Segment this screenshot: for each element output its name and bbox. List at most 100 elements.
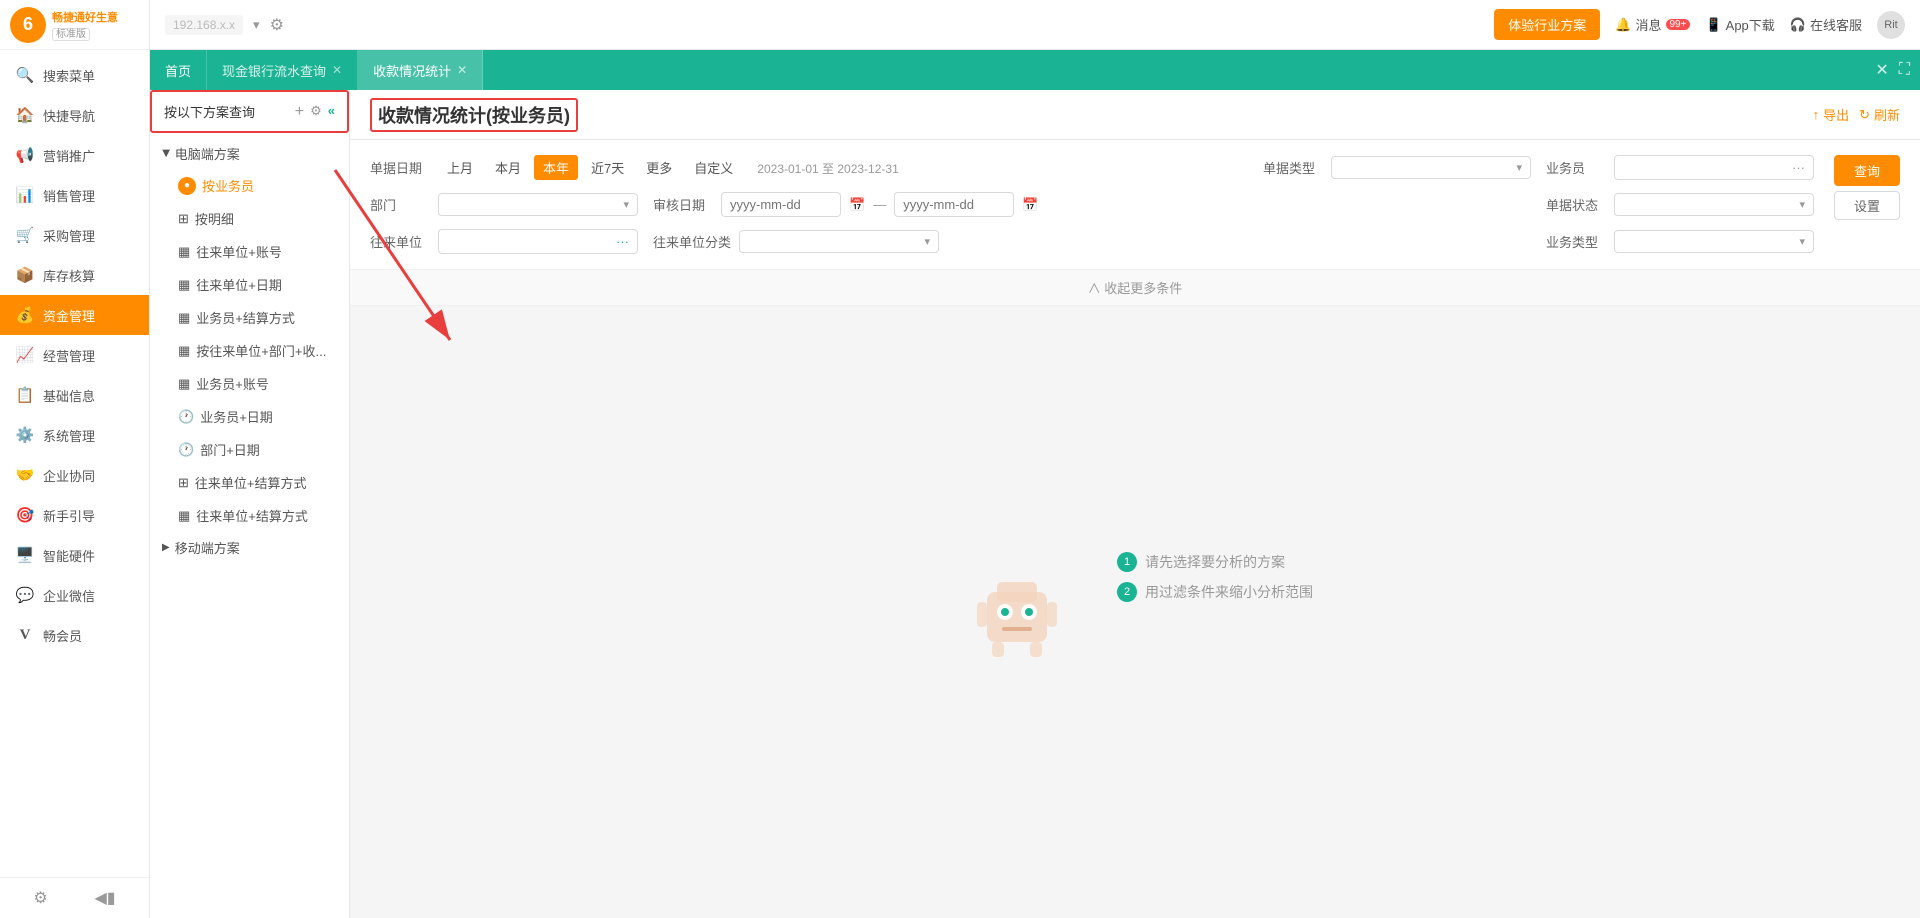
table-icon-1: ▦ [178,244,190,260]
period-this-year[interactable]: 本年 [534,155,578,180]
doc-status-filter: 单据状态 ▾ [1546,193,1814,216]
scheme-settings-btn[interactable]: ⚙ [310,103,322,121]
tree-item-salesman-settlement[interactable]: ▦ 业务员+结算方式 [150,301,349,334]
finance-icon: 💰 [15,305,35,325]
service-icon: 🎧 [1790,17,1806,33]
tab-maximize-btn[interactable]: ⛶ [1899,61,1910,79]
counterparty-select[interactable]: ··· [438,229,638,254]
tree-item-salesman-account[interactable]: ▦ 业务员+账号 [150,367,349,400]
salesman-dots[interactable]: ··· [1792,160,1805,175]
calendar-icon-from[interactable]: 📅 [849,197,865,213]
online-service-action[interactable]: 🎧 在线客服 [1790,15,1862,34]
audit-date-to[interactable] [894,192,1014,217]
tab-cashflow-close[interactable]: ✕ [332,63,342,77]
dept-caret: ▾ [623,198,629,211]
purchase-icon: 🛒 [15,225,35,245]
tab-collection-close[interactable]: ✕ [457,63,467,77]
doc-status-select[interactable]: ▾ [1614,193,1814,216]
sidebar-collapse-btn[interactable]: ◀▮ [94,888,115,908]
sidebar-item-wechat[interactable]: 💬 企业微信 [0,575,149,615]
desktop-scheme-section: ▶ 电脑端方案 ● 按业务员 ⊞ 按明细 ▦ 往来单位+账号 [150,138,349,532]
empty-steps: 1 请先选择要分析的方案 2 用过滤条件来缩小分析范围 [1117,552,1313,602]
period-prev-month[interactable]: 上月 [438,155,482,180]
search-icon: 🔍 [15,65,35,85]
tab-collection[interactable]: 收款情况统计 ✕ [358,50,483,90]
counterparty-cat-select[interactable]: ▾ [739,230,939,253]
wechat-icon: 💬 [15,585,35,605]
sidebar-item-operations[interactable]: 📈 经营管理 [0,335,149,375]
business-type-caret: ▾ [1799,235,1805,248]
dept-select[interactable]: ▾ [438,193,638,216]
sidebar-item-guide[interactable]: 🎯 新手引导 [0,495,149,535]
scheme-collapse-btn[interactable]: « [328,103,335,121]
tree-item-counterparty-date[interactable]: ▦ 往来单位+日期 [150,268,349,301]
tree-item-detail[interactable]: ⊞ 按明细 [150,202,349,235]
filter-row-2: 部门 ▾ 审核日期 📅 — [370,192,1814,217]
tree-item-counterparty-settlement1[interactable]: ⊞ 往来单位+结算方式 [150,466,349,499]
counterparty-filter: 往来单位 ··· [370,229,638,254]
sidebar-item-finance[interactable]: 💰 资金管理 [0,295,149,335]
mobile-section-header[interactable]: ▶ 移动端方案 [150,532,349,563]
period-last-7-days[interactable]: 近7天 [582,155,633,180]
sidebar-item-basic-info[interactable]: 📋 基础信息 [0,375,149,415]
tab-home[interactable]: 首页 [150,50,207,90]
sidebar-item-system[interactable]: ⚙️ 系统管理 [0,415,149,455]
period-custom[interactable]: 自定义 [685,155,742,180]
tree-item-dept-date[interactable]: 🕐 部门+日期 [150,433,349,466]
date-range-display: 2023-01-01 至 2023-12-31 [757,160,898,177]
tree-item-salesman-date[interactable]: 🕐 业务员+日期 [150,400,349,433]
period-more[interactable]: 更多 [637,155,681,180]
query-button[interactable]: 查询 [1834,155,1900,186]
refresh-btn[interactable]: ↻ 刷新 [1859,105,1900,124]
scheme-add-btn[interactable]: + [295,103,304,121]
export-btn[interactable]: ↑ 导出 [1813,105,1850,124]
date-period-group: 上月 本月 本年 近7天 更多 自定义 [438,155,742,180]
logo-icon: 6 [10,7,46,43]
desktop-section-header[interactable]: ▶ 电脑端方案 [150,138,349,169]
business-type-select[interactable]: ▾ [1614,230,1814,253]
edition-badge: 标准版 [52,28,90,41]
sidebar-item-corp-collab[interactable]: 🤝 企业协同 [0,455,149,495]
sidebar-item-inventory[interactable]: 📦 库存核算 [0,255,149,295]
user-avatar[interactable]: Rit [1877,11,1905,39]
salesman-select[interactable]: ··· [1614,155,1814,180]
collapse-bar[interactable]: ∧ 收起更多条件 [350,270,1920,306]
main-area: 192.168.x.x ▾ ⚙ 体验行业方案 🔔 消息 99+ 📱 App下载 … [150,0,1920,918]
sidebar-item-marketing[interactable]: 📢 营销推广 [0,135,149,175]
audit-date-from[interactable] [721,192,841,217]
header-dropdown-icon[interactable]: ▾ [253,17,260,33]
calendar-icon-to[interactable]: 📅 [1022,197,1038,213]
sidebar-item-quicknav[interactable]: 🏠 快捷导航 [0,95,149,135]
basic-info-icon: 📋 [15,385,35,405]
tree-item-by-salesman[interactable]: ● 按业务员 [150,169,349,202]
filter-row-3: 往来单位 ··· 往来单位分类 ▾ [370,229,1814,254]
period-this-month[interactable]: 本月 [486,155,530,180]
sidebar-settings-btn[interactable]: ⚙ [33,888,47,908]
sidebar-item-sales[interactable]: 📊 销售管理 [0,175,149,215]
tree-item-multi-filter[interactable]: ▦ 按往来单位+部门+收... [150,334,349,367]
header-settings-icon[interactable]: ⚙ [270,15,284,35]
guide-icon: 🎯 [15,505,35,525]
sidebar-item-hardware[interactable]: 🖥️ 智能硬件 [0,535,149,575]
sidebar-item-search[interactable]: 🔍 搜索菜单 [0,55,149,95]
notification-action[interactable]: 🔔 消息 99+ [1615,15,1690,34]
empty-step-1: 1 请先选择要分析的方案 [1117,552,1313,572]
page-content: 按以下方案查询 + ⚙ « ▶ 电脑端方案 ● 按业务员 [150,90,1920,918]
sidebar-item-member[interactable]: V 畅会员 [0,615,149,655]
tree-item-counterparty-account[interactable]: ▦ 往来单位+账号 [150,235,349,268]
tab-cashflow[interactable]: 现金银行流水查询 ✕ [207,50,358,90]
tree-item-counterparty-settlement2[interactable]: ▦ 往来单位+结算方式 [150,499,349,532]
filter-settings-button[interactable]: 设置 [1834,191,1900,220]
table-icon-2: ▦ [178,277,190,293]
counterparty-dots[interactable]: ··· [616,234,629,249]
operations-icon: 📈 [15,345,35,365]
doc-type-select[interactable]: ▾ [1331,156,1531,179]
trial-button[interactable]: 体验行业方案 [1494,9,1600,40]
hardware-icon: 🖥️ [15,545,35,565]
app-download-action[interactable]: 📱 App下载 [1705,15,1774,34]
active-dot-icon: ● [178,177,196,195]
tab-close-window-btn[interactable]: ✕ [1875,60,1888,80]
robot-illustration [967,562,1067,662]
sidebar-item-purchase[interactable]: 🛒 采购管理 [0,215,149,255]
filter-area: 单据日期 上月 本月 本年 近7天 更多 自定义 [350,140,1920,270]
